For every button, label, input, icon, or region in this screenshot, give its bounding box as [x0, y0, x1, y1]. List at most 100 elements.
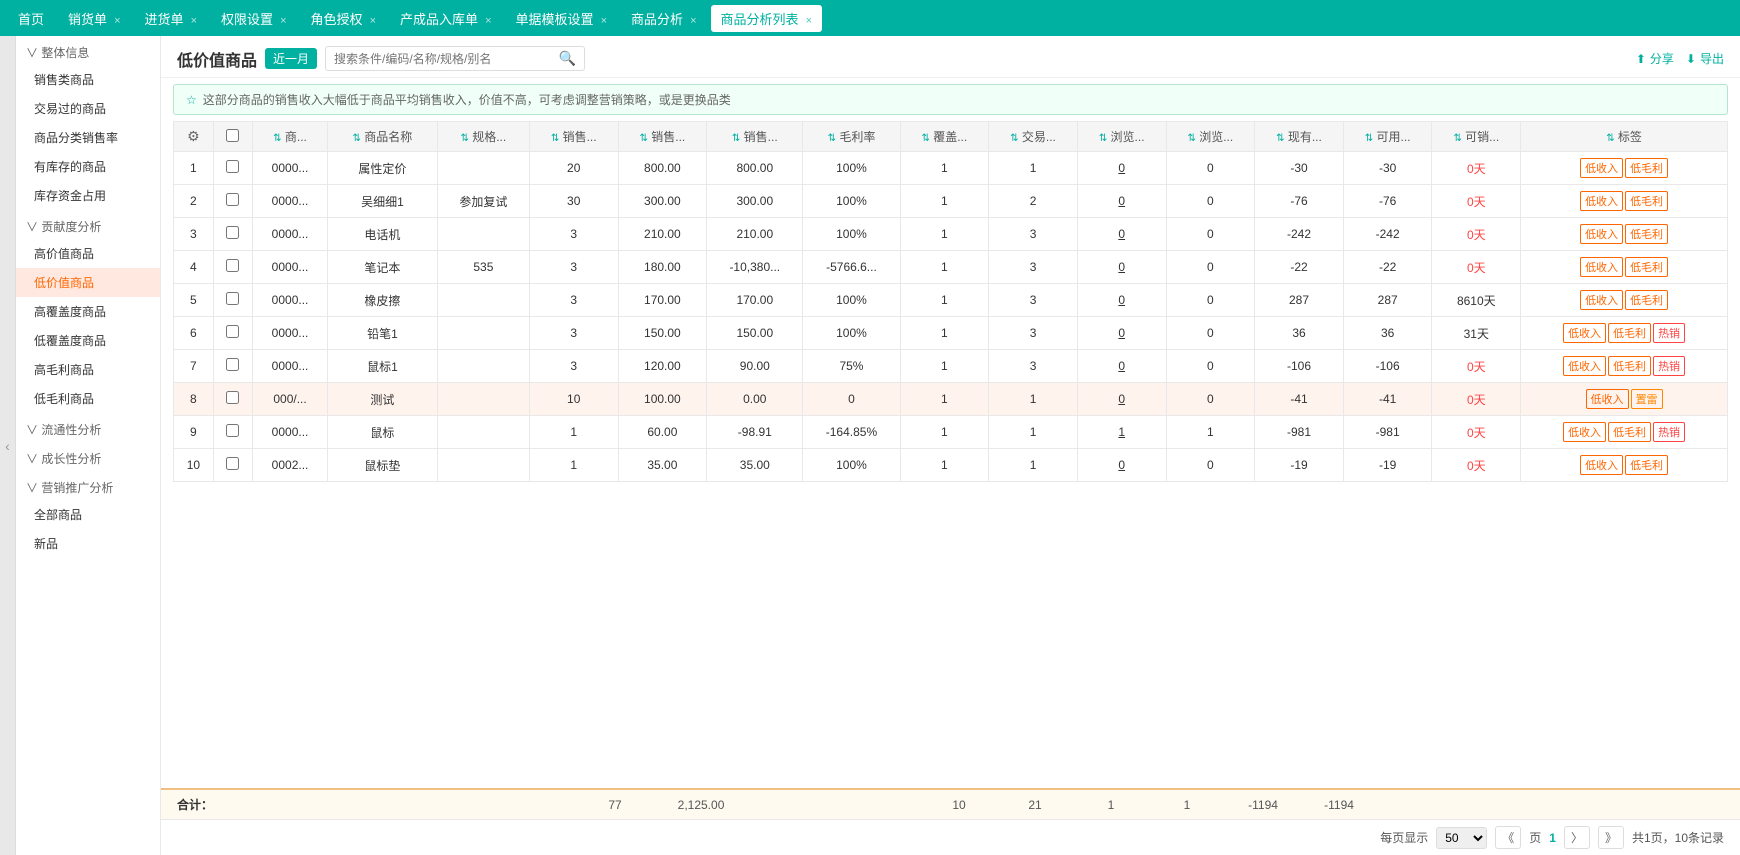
nav-close-icon[interactable]: × — [111, 15, 120, 27]
sidebar-item-高毛利商品[interactable]: 高毛利商品 — [16, 355, 160, 384]
col-header-sale_qty[interactable]: ⇅ 销售... — [529, 122, 618, 152]
view1-link[interactable]: 1 — [1118, 425, 1125, 439]
cell-view1[interactable]: 0 — [1077, 350, 1166, 383]
cell-view1[interactable]: 0 — [1077, 284, 1166, 317]
col-header-settings[interactable]: ⚙ — [174, 122, 214, 152]
sidebar-item-低价值商品[interactable]: 低价值商品 — [16, 268, 160, 297]
nav-item-首页[interactable]: 首页 — [8, 5, 54, 32]
col-header-sale_amount[interactable]: ⇅ 销售... — [618, 122, 707, 152]
settings-icon[interactable]: ⚙ — [187, 128, 200, 144]
col-header-coverage[interactable]: ⇅ 覆盖... — [900, 122, 989, 152]
sidebar-item-销售类商品[interactable]: 销售类商品 — [16, 65, 160, 94]
row-checkbox[interactable] — [226, 424, 239, 437]
sidebar-group[interactable]: ∨ 贡献度分析 — [16, 210, 160, 239]
view1-link[interactable]: 0 — [1118, 161, 1125, 175]
col-header-spec[interactable]: ⇅ 规格... — [437, 122, 529, 152]
nav-item-角色授权[interactable]: 角色授权 × — [301, 5, 387, 32]
nav-item-权限设置[interactable]: 权限设置 × — [211, 5, 297, 32]
share-btn[interactable]: ⬆ 分享 — [1636, 50, 1674, 67]
nav-close-icon[interactable]: × — [367, 15, 376, 27]
per-page-select[interactable]: 50 100 200 — [1436, 827, 1487, 849]
cell-checkbox[interactable] — [213, 152, 252, 185]
row-checkbox[interactable] — [226, 391, 239, 404]
cell-view1[interactable]: 0 — [1077, 185, 1166, 218]
col-header-margin[interactable]: ⇅ 毛利率 — [803, 122, 900, 152]
sidebar-group[interactable]: ∨ 流通性分析 — [16, 413, 160, 442]
nav-close-icon[interactable]: × — [687, 15, 696, 27]
nav-close-icon[interactable]: × — [803, 15, 812, 27]
row-checkbox[interactable] — [226, 193, 239, 206]
view1-link[interactable]: 0 — [1118, 293, 1125, 307]
col-header-sale_price[interactable]: ⇅ 销售... — [707, 122, 803, 152]
col-header-available[interactable]: ⇅ 可用... — [1343, 122, 1432, 152]
cell-view1[interactable]: 0 — [1077, 152, 1166, 185]
nav-item-商品分析[interactable]: 商品分析 × — [621, 5, 707, 32]
cell-checkbox[interactable] — [213, 383, 252, 416]
cell-checkbox[interactable] — [213, 218, 252, 251]
sidebar-item-商品分类销售率[interactable]: 商品分类销售率 — [16, 123, 160, 152]
nav-item-产成品入库单[interactable]: 产成品入库单 × — [390, 5, 502, 32]
nav-close-icon[interactable]: × — [277, 15, 286, 27]
view1-link[interactable]: 0 — [1118, 392, 1125, 406]
sidebar-item-全部商品[interactable]: 全部商品 — [16, 500, 160, 529]
col-header-saleable[interactable]: ⇅ 可销... — [1432, 122, 1521, 152]
cell-view1[interactable]: 0 — [1077, 449, 1166, 482]
cell-view1[interactable]: 0 — [1077, 251, 1166, 284]
search-input[interactable] — [334, 52, 555, 66]
sidebar-item-高价值商品[interactable]: 高价值商品 — [16, 239, 160, 268]
nav-close-icon[interactable]: × — [188, 15, 197, 27]
sidebar-item-低覆盖度商品[interactable]: 低覆盖度商品 — [16, 326, 160, 355]
col-header-view1[interactable]: ⇅ 浏览... — [1077, 122, 1166, 152]
nav-close-icon[interactable]: × — [598, 15, 607, 27]
view1-link[interactable]: 0 — [1118, 227, 1125, 241]
last-page-btn[interactable]: 》 — [1598, 826, 1624, 849]
cell-checkbox[interactable] — [213, 350, 252, 383]
sidebar-item-有库存的商品[interactable]: 有库存的商品 — [16, 152, 160, 181]
filter-tag[interactable]: 近一月 — [265, 48, 317, 69]
select-all-checkbox[interactable] — [226, 129, 239, 142]
sidebar-item-库存资金占用[interactable]: 库存资金占用 — [16, 181, 160, 210]
export-btn[interactable]: ⬇ 导出 — [1686, 50, 1724, 67]
cell-checkbox[interactable] — [213, 185, 252, 218]
sidebar-collapse-btn[interactable]: ‹ — [0, 36, 16, 855]
col-header-checkbox[interactable] — [213, 122, 252, 152]
col-header-current_stock[interactable]: ⇅ 现有... — [1255, 122, 1344, 152]
view1-link[interactable]: 0 — [1118, 458, 1125, 472]
sidebar-item-新品[interactable]: 新品 — [16, 529, 160, 558]
search-box[interactable]: 🔍 — [325, 46, 585, 71]
col-header-tags[interactable]: ⇅ 标签 — [1521, 122, 1728, 152]
sidebar-group[interactable]: ∨ 营销推广分析 — [16, 471, 160, 500]
cell-checkbox[interactable] — [213, 317, 252, 350]
cell-view1[interactable]: 0 — [1077, 218, 1166, 251]
row-checkbox[interactable] — [226, 292, 239, 305]
nav-item-进货单[interactable]: 进货单 × — [135, 5, 208, 32]
view1-link[interactable]: 0 — [1118, 326, 1125, 340]
row-checkbox[interactable] — [226, 325, 239, 338]
col-header-name[interactable]: ⇅ 商品名称 — [328, 122, 438, 152]
nav-item-商品分析列表[interactable]: 商品分析列表 × — [711, 5, 823, 32]
cell-checkbox[interactable] — [213, 416, 252, 449]
col-header-view2[interactable]: ⇅ 浏览... — [1166, 122, 1255, 152]
search-icon[interactable]: 🔍 — [559, 50, 576, 67]
cell-checkbox[interactable] — [213, 449, 252, 482]
sidebar-group[interactable]: ∨ 成长性分析 — [16, 442, 160, 471]
sidebar-group[interactable]: ∨ 整体信息 — [16, 36, 160, 65]
cell-checkbox[interactable] — [213, 284, 252, 317]
first-page-btn[interactable]: 《 — [1495, 826, 1521, 849]
nav-item-销货单[interactable]: 销货单 × — [58, 5, 131, 32]
nav-close-icon[interactable]: × — [482, 15, 491, 27]
row-checkbox[interactable] — [226, 259, 239, 272]
sidebar-item-高覆盖度商品[interactable]: 高覆盖度商品 — [16, 297, 160, 326]
sidebar-item-交易过的商品[interactable]: 交易过的商品 — [16, 94, 160, 123]
next-page-btn[interactable]: 〉 — [1564, 826, 1590, 849]
nav-item-单据模板设置[interactable]: 单据模板设置 × — [506, 5, 618, 32]
view1-link[interactable]: 0 — [1118, 260, 1125, 274]
cell-checkbox[interactable] — [213, 251, 252, 284]
cell-view1[interactable]: 0 — [1077, 383, 1166, 416]
row-checkbox[interactable] — [226, 226, 239, 239]
view1-link[interactable]: 0 — [1118, 194, 1125, 208]
row-checkbox[interactable] — [226, 457, 239, 470]
cell-view1[interactable]: 0 — [1077, 317, 1166, 350]
row-checkbox[interactable] — [226, 358, 239, 371]
cell-view1[interactable]: 1 — [1077, 416, 1166, 449]
